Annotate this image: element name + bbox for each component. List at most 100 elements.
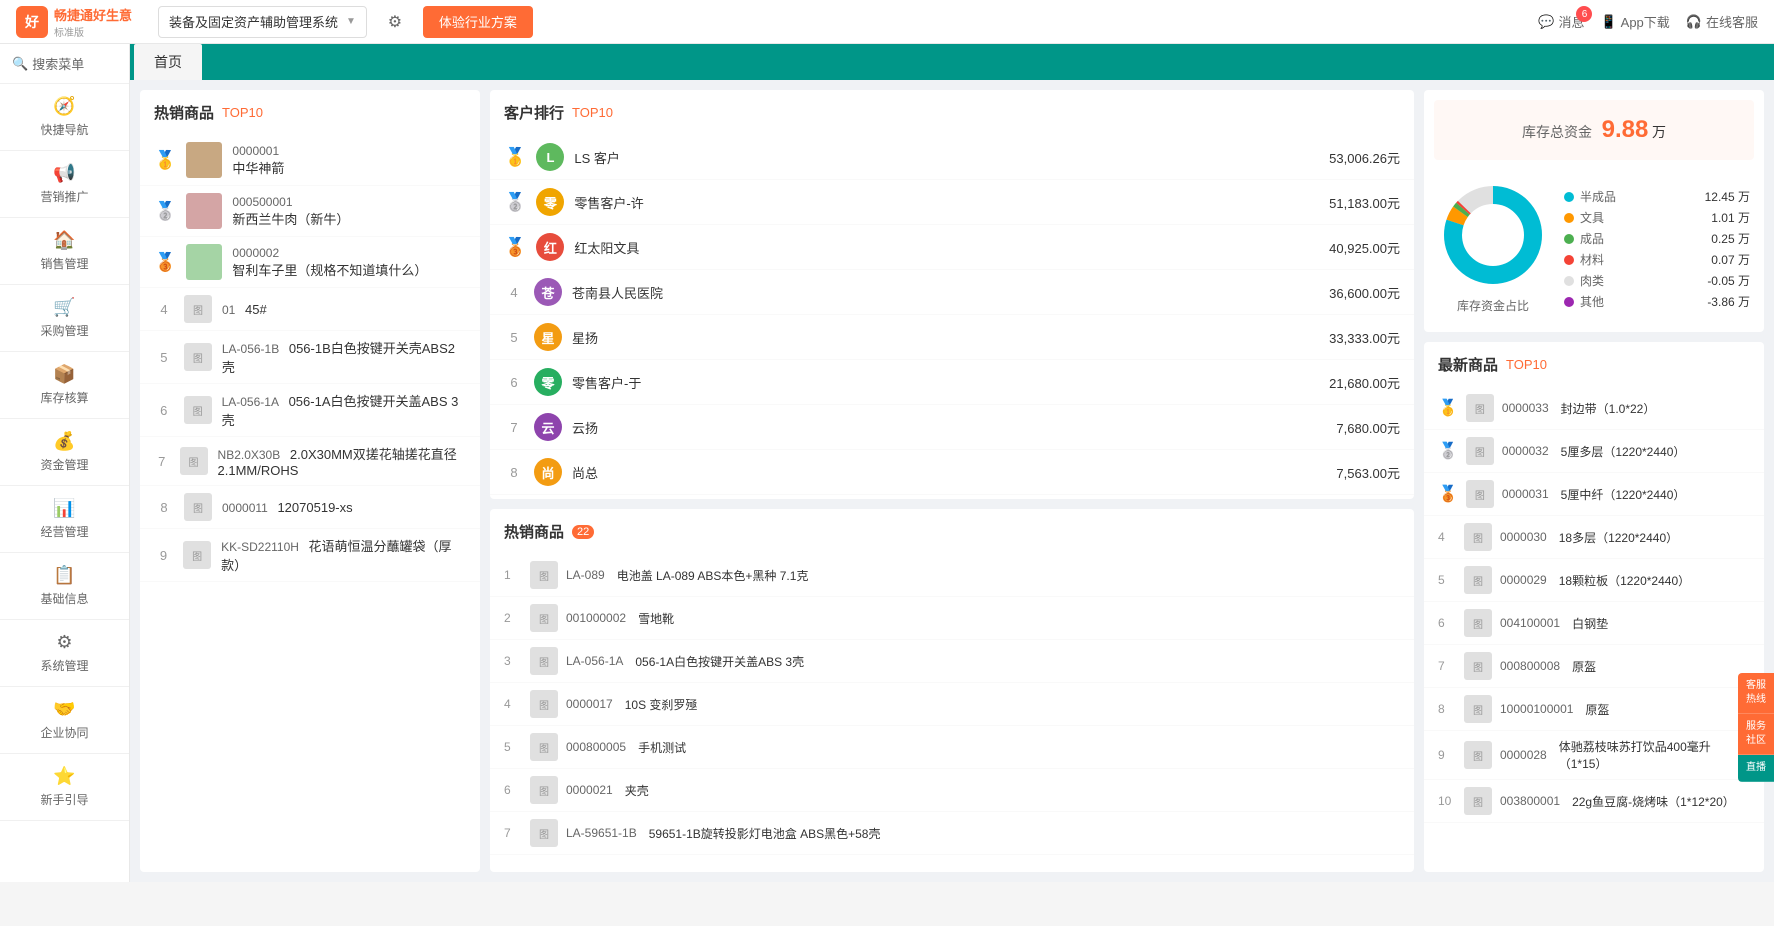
sidebar-item-cooperation[interactable]: 🤝 企业协同 xyxy=(0,687,129,754)
service-community-button[interactable]: 服务社区 xyxy=(1738,714,1774,755)
sidebar-item-quick-nav[interactable]: 🧭 快捷导航 xyxy=(0,84,129,151)
rank-number: 4 xyxy=(504,285,524,300)
hot-products-card: 热销商品 TOP10 🥇 0000001 中华神箭 xyxy=(140,90,480,872)
middle-panel: 客户排行 TOP10 🥇 L LS 客户 53,006.26元 🥈 零 xyxy=(490,90,1414,872)
product-thumbnail: 图 xyxy=(530,561,558,589)
system-selector[interactable]: 装备及固定资产辅助管理系统 ▼ xyxy=(158,6,367,38)
stock-total-area: 库存总资金 9.88 万 xyxy=(1434,100,1754,160)
sidebar-item-guide[interactable]: ⭐ 新手引导 xyxy=(0,754,129,821)
donut-chart: 库存资金占比 xyxy=(1438,180,1548,322)
sidebar-item-inventory[interactable]: 📦 库存核算 xyxy=(0,352,129,419)
product-info: 0000011 12070519-xs xyxy=(222,500,353,515)
customer-avatar: 苍 xyxy=(534,278,562,306)
hot-product-item: 🥇 0000001 中华神箭 xyxy=(140,135,480,186)
left-panel: 热销商品 TOP10 🥇 0000001 中华神箭 xyxy=(140,90,480,872)
hot-middle-item: 5 图 000800005 手机测试 xyxy=(490,726,1414,769)
rank-number: 9 xyxy=(154,548,173,563)
gear-icon: ⚙ xyxy=(388,12,402,32)
settings-button[interactable]: ⚙ xyxy=(379,6,411,38)
product-thumbnail: 图 xyxy=(1466,394,1494,422)
headset-icon: 🎧 xyxy=(1686,14,1702,30)
hot-products-middle-title: 热销商品 xyxy=(504,521,564,542)
customer-avatar: L xyxy=(536,143,564,171)
search-menu-button[interactable]: 🔍 搜索菜单 xyxy=(0,44,129,84)
hot-products-list: 🥇 0000001 中华神箭 🥈 00050 xyxy=(140,131,480,586)
hot-product-item: 9 图 KK-SD22110H 花语萌恒温分蘸罐袋（厚款） xyxy=(140,529,480,582)
house-icon: 🏠 xyxy=(53,230,75,251)
customer-avatar: 红 xyxy=(536,233,564,261)
money-icon: 💰 xyxy=(53,431,75,452)
sidebar-item-system[interactable]: ⚙ 系统管理 xyxy=(0,620,129,687)
sidebar-item-purchase[interactable]: 🛒 采购管理 xyxy=(0,285,129,352)
nav-tabs: 首页 xyxy=(130,44,1774,80)
legend-item: 肉类 -0.05 万 xyxy=(1564,272,1750,289)
gold-medal-icon: 🥇 xyxy=(1438,398,1458,418)
rank-number: 9 xyxy=(1438,748,1456,762)
hot-products-count-badge: 22 xyxy=(572,525,594,539)
sidebar: 🔍 搜索菜单 🧭 快捷导航 📢 营销推广 🏠 销售管理 🛒 采购管理 📦 库存核… xyxy=(0,44,130,882)
new-product-item: 7 图 000800008 原盔 xyxy=(1424,645,1764,688)
hot-product-item: 5 图 LA-056-1B 056-1B白色按键开关壳ABS2壳 xyxy=(140,331,480,384)
rank-item: 7 云 云扬 7,680.00元 xyxy=(490,405,1414,450)
tab-home[interactable]: 首页 xyxy=(134,44,202,80)
legend-item: 其他 -3.86 万 xyxy=(1564,293,1750,310)
new-products-card: 最新商品 TOP10 🥇 图 0000033 封边带（1.0*22） 🥈 图 xyxy=(1424,342,1764,872)
trial-button[interactable]: 体验行业方案 xyxy=(423,6,533,38)
customer-hotline-button[interactable]: 客服热线 xyxy=(1738,673,1774,714)
product-thumbnail: 图 xyxy=(184,493,212,521)
cart-icon: 🛒 xyxy=(53,297,75,318)
product-thumbnail: 图 xyxy=(530,776,558,804)
message-icon: 💬 xyxy=(1538,14,1554,30)
live-stream-button[interactable]: 直播 xyxy=(1738,755,1774,782)
product-info: 0000002 智利车子里（规格不知道填什么） xyxy=(232,246,427,279)
customer-avatar: 零 xyxy=(536,188,564,216)
rank-item: 4 苍 苍南县人民医院 36,600.00元 xyxy=(490,270,1414,315)
search-icon: 🔍 xyxy=(12,56,28,72)
hot-middle-item: 1 图 LA-089 电池盖 LA-089 ABS本色+黑种 7.1克 xyxy=(490,554,1414,597)
customer-avatar: 星 xyxy=(534,323,562,351)
sidebar-item-finance[interactable]: 💰 资金管理 xyxy=(0,419,129,486)
product-thumbnail xyxy=(186,193,222,229)
rank-number: 5 xyxy=(154,350,174,365)
logo: 好 畅捷通好生意 标准版 xyxy=(16,5,146,39)
sidebar-item-basic-info[interactable]: 📋 基础信息 xyxy=(0,553,129,620)
handshake-icon: 🤝 xyxy=(53,699,75,720)
float-service: 客服热线 服务社区 直播 xyxy=(1738,673,1774,782)
hot-products-middle-list: 1 图 LA-089 电池盖 LA-089 ABS本色+黑种 7.1克 2 图 … xyxy=(490,550,1414,859)
bronze-medal-icon: 🥉 xyxy=(154,252,176,273)
product-info: KK-SD22110H 花语萌恒温分蘸罐袋（厚款） xyxy=(221,536,466,574)
hot-products-middle-header: 热销商品 22 xyxy=(490,509,1414,550)
stock-card: 库存总资金 9.88 万 xyxy=(1424,90,1764,332)
new-product-item: 5 图 0000029 18颗粒板（1220*2440） xyxy=(1424,559,1764,602)
sidebar-item-marketing[interactable]: 📢 营销推广 xyxy=(0,151,129,218)
rank-number: 6 xyxy=(504,375,524,390)
legend-color-dot xyxy=(1564,192,1574,202)
silver-medal-icon: 🥈 xyxy=(1438,441,1458,461)
customer-ranking-list: 🥇 L LS 客户 53,006.26元 🥈 零 零售客户-许 51,183.0… xyxy=(490,131,1414,499)
product-thumbnail: 图 xyxy=(530,819,558,847)
product-info: LA-056-1B 056-1B白色按键开关壳ABS2壳 xyxy=(222,338,466,376)
hot-products-suffix: TOP10 xyxy=(222,105,263,120)
message-button[interactable]: 💬 消息 6 xyxy=(1538,12,1584,31)
hot-product-item: 6 图 LA-056-1A 056-1A白色按键开关盖ABS 3壳 xyxy=(140,384,480,437)
app-download-button[interactable]: 📱 App下载 xyxy=(1600,12,1669,31)
sidebar-item-operations[interactable]: 📊 经营管理 xyxy=(0,486,129,553)
logo-icon: 好 xyxy=(16,6,48,38)
legend-color-dot xyxy=(1564,255,1574,265)
rank-item: 8 尚 尚总 7,563.00元 xyxy=(490,450,1414,495)
legend-item: 文具 1.01 万 xyxy=(1564,209,1750,226)
gold-medal-icon: 🥇 xyxy=(504,147,526,168)
rank-number: 5 xyxy=(504,740,522,754)
product-thumbnail: 图 xyxy=(1464,787,1492,815)
online-service-button[interactable]: 🎧 在线客服 xyxy=(1686,12,1758,31)
product-thumbnail: 图 xyxy=(184,396,212,424)
sidebar-item-sales[interactable]: 🏠 销售管理 xyxy=(0,218,129,285)
gold-medal-icon: 🥇 xyxy=(154,150,176,171)
product-thumbnail xyxy=(186,244,222,280)
rank-number: 7 xyxy=(504,420,524,435)
mobile-icon: 📱 xyxy=(1600,14,1616,30)
rank-number: 8 xyxy=(504,465,524,480)
new-product-item: 9 图 0000028 体驰荔枝味苏打饮品400毫升（1*15） xyxy=(1424,731,1764,780)
star-icon: ⭐ xyxy=(53,766,75,787)
product-thumbnail: 图 xyxy=(180,447,208,475)
